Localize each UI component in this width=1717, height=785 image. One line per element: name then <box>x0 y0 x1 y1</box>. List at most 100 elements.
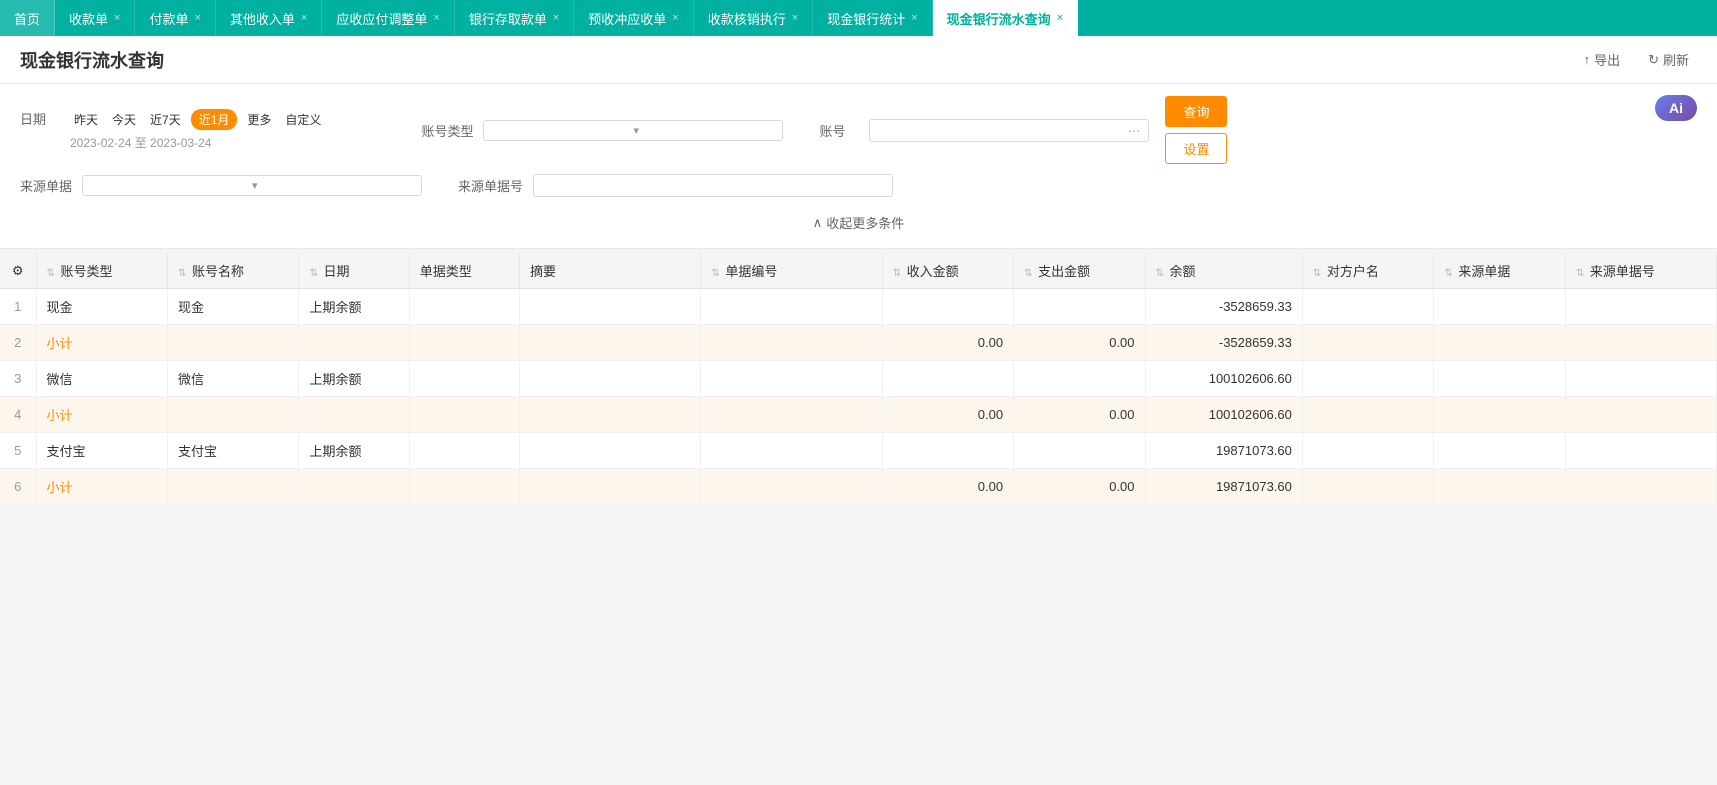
table-row: 3 微信 微信 上期余额 100102606.60 <box>0 361 1717 397</box>
account-input[interactable]: ··· <box>869 119 1149 142</box>
th-source-doc-no[interactable]: ⇅ 来源单据号 <box>1565 253 1716 289</box>
th-income[interactable]: ⇅ 收入金额 <box>882 253 1013 289</box>
date-filter-group: 日期 昨天 今天 近7天 近1月 更多 自定义 2023-02-24 至 202… <box>20 109 325 151</box>
source-doc-num-label: 来源单据号 <box>458 176 523 195</box>
data-table: ⚙ ⇅ 账号类型 ⇅ 账号名称 ⇅ 日期 单据类型 摘要 <box>0 253 1717 505</box>
close-icon[interactable]: × <box>114 12 120 24</box>
nav-adjustments[interactable]: 应收应付调整单 × <box>322 0 454 36</box>
nav-pre-receipt[interactable]: 预收冲应收单 × <box>574 0 693 36</box>
refresh-icon: ↻ <box>1648 52 1659 68</box>
summary-cell <box>520 361 701 397</box>
source-doc-cell <box>1434 433 1565 469</box>
page-title: 现金银行流水查询 <box>20 47 164 73</box>
doc-type-cell <box>409 361 519 397</box>
date-more[interactable]: 更多 <box>243 109 275 130</box>
th-counterparty[interactable]: ⇅ 对方户名 <box>1302 253 1433 289</box>
collapse-bar[interactable]: ∧ 收起更多条件 <box>20 207 1697 236</box>
table-body: 1 现金 现金 上期余额 -3528659.33 2 小计 <box>0 289 1717 505</box>
nav-payments[interactable]: 付款单 × <box>135 0 215 36</box>
date-cell: 上期余额 <box>299 361 409 397</box>
date-today[interactable]: 今天 <box>108 109 140 130</box>
account-type-group: 账号类型 ▾ <box>421 120 783 141</box>
source-doc-num-input[interactable] <box>533 174 893 197</box>
source-doc-num-text-input[interactable] <box>542 178 884 193</box>
source-doc-cell <box>1434 289 1565 325</box>
th-account-type[interactable]: ⇅ 账号类型 <box>36 253 167 289</box>
summary-cell <box>520 397 701 433</box>
th-source-doc[interactable]: ⇅ 来源单据 <box>1434 253 1565 289</box>
summary-cell <box>520 289 701 325</box>
th-settings[interactable]: ⚙ <box>0 253 36 289</box>
close-icon[interactable]: × <box>194 12 200 24</box>
filter-area: 日期 昨天 今天 近7天 近1月 更多 自定义 2023-02-24 至 202… <box>0 84 1717 249</box>
table-row: 5 支付宝 支付宝 上期余额 19871073.60 <box>0 433 1717 469</box>
doc-no-cell <box>701 289 882 325</box>
sort-icon: ⇅ <box>1313 268 1321 279</box>
query-button[interactable]: 查询 <box>1165 96 1227 127</box>
expense-cell <box>1014 361 1145 397</box>
source-doc-cell <box>1434 469 1565 505</box>
more-options-icon[interactable]: ··· <box>1127 123 1140 138</box>
nav-receipt-exec[interactable]: 收款核销执行 × <box>694 0 813 36</box>
close-icon[interactable]: × <box>672 12 678 24</box>
sort-icon: ⇅ <box>711 268 719 279</box>
action-buttons: 查询 设置 <box>1165 96 1227 164</box>
th-balance[interactable]: ⇅ 余额 <box>1145 253 1302 289</box>
export-button[interactable]: ↑ 导出 <box>1576 46 1629 73</box>
settings-icon[interactable]: ⚙ <box>12 263 24 278</box>
th-account-name[interactable]: ⇅ 账号名称 <box>167 253 298 289</box>
counterparty-cell <box>1302 361 1433 397</box>
nav-cash-flow[interactable]: 现金银行流水查询 × <box>933 0 1078 36</box>
th-doc-type[interactable]: 单据类型 <box>409 253 519 289</box>
doc-no-cell <box>701 433 882 469</box>
th-expense[interactable]: ⇅ 支出金额 <box>1014 253 1145 289</box>
source-doc-no-cell <box>1565 433 1716 469</box>
account-type-select[interactable]: ▾ <box>483 120 783 141</box>
date-custom[interactable]: 自定义 <box>281 109 325 130</box>
nav-receipts[interactable]: 收款单 × <box>55 0 135 36</box>
close-icon[interactable]: × <box>433 12 439 24</box>
date-yesterday[interactable]: 昨天 <box>70 109 102 130</box>
close-icon[interactable]: × <box>553 12 559 24</box>
account-name-cell: 微信 <box>167 361 298 397</box>
balance-cell: 19871073.60 <box>1145 469 1302 505</box>
th-summary[interactable]: 摘要 <box>520 253 701 289</box>
close-icon[interactable]: × <box>1057 12 1063 24</box>
settings-button[interactable]: 设置 <box>1165 133 1227 164</box>
nav-home[interactable]: 首页 <box>0 0 55 36</box>
refresh-button[interactable]: ↻ 刷新 <box>1640 46 1697 73</box>
account-type-cell: 小计 <box>36 325 167 361</box>
filter-row-1: 日期 昨天 今天 近7天 近1月 更多 自定义 2023-02-24 至 202… <box>20 96 1697 164</box>
th-doc-no[interactable]: ⇅ 单据编号 <box>701 253 882 289</box>
account-type-cell: 小计 <box>36 397 167 433</box>
expense-cell: 0.00 <box>1014 469 1145 505</box>
table-header: ⚙ ⇅ 账号类型 ⇅ 账号名称 ⇅ 日期 单据类型 摘要 <box>0 253 1717 289</box>
income-cell: 0.00 <box>882 469 1013 505</box>
close-icon[interactable]: × <box>792 12 798 24</box>
row-num: 6 <box>0 469 36 505</box>
account-text-input[interactable] <box>878 123 1127 138</box>
row-num: 4 <box>0 397 36 433</box>
doc-type-cell <box>409 325 519 361</box>
ai-button[interactable]: Ai <box>1655 95 1697 121</box>
th-date[interactable]: ⇅ 日期 <box>299 253 409 289</box>
close-icon[interactable]: × <box>301 12 307 24</box>
counterparty-cell <box>1302 397 1433 433</box>
date-1month[interactable]: 近1月 <box>191 109 238 130</box>
summary-cell <box>520 433 701 469</box>
sort-icon: ⇅ <box>1576 268 1584 279</box>
source-doc-no-cell <box>1565 397 1716 433</box>
nav-other-income[interactable]: 其他收入单 × <box>216 0 322 36</box>
date-7days[interactable]: 近7天 <box>146 109 185 130</box>
close-icon[interactable]: × <box>911 12 917 24</box>
table-row-subtotal: 4 小计 0.00 0.00 100102606.60 <box>0 397 1717 433</box>
sort-icon: ⇅ <box>47 268 55 279</box>
source-doc-group: 来源单据 ▾ <box>20 175 422 196</box>
income-cell <box>882 433 1013 469</box>
doc-type-cell <box>409 397 519 433</box>
source-doc-no-cell <box>1565 361 1716 397</box>
nav-cash-stats[interactable]: 现金银行统计 × <box>813 0 932 36</box>
top-navigation: 首页 收款单 × 付款单 × 其他收入单 × 应收应付调整单 × 银行存取款单 … <box>0 0 1717 36</box>
source-doc-select[interactable]: ▾ <box>82 175 422 196</box>
nav-bank-deposit[interactable]: 银行存取款单 × <box>455 0 574 36</box>
